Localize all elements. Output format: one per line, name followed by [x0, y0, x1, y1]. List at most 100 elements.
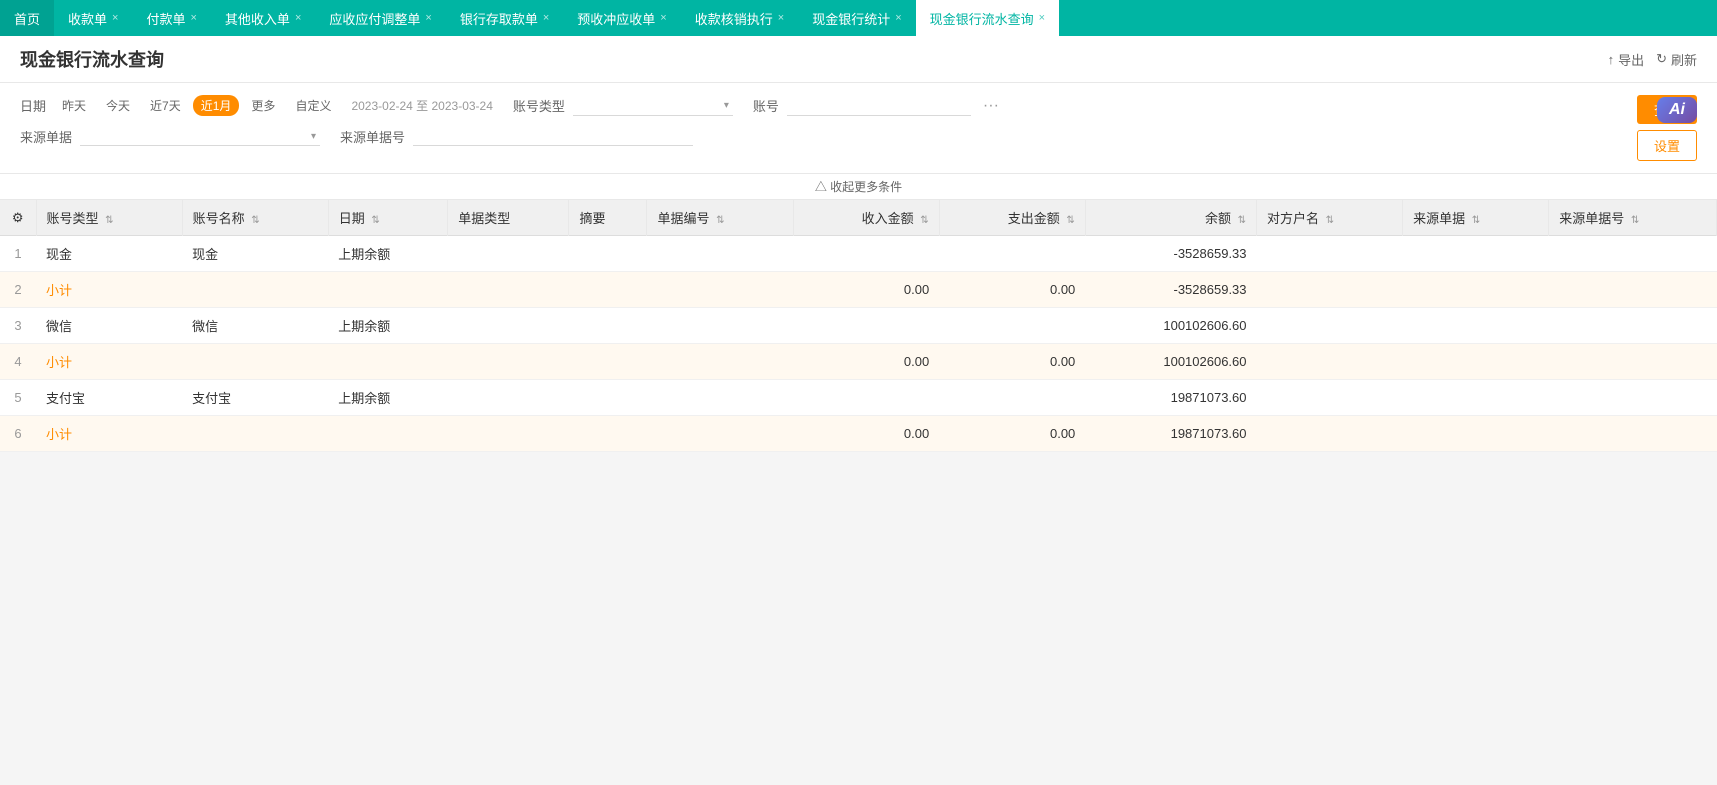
collapse-bar[interactable]: △ 收起更多条件 [0, 174, 1717, 200]
close-other-income[interactable]: × [295, 12, 301, 24]
account-input[interactable] [787, 96, 971, 116]
sort-income: ⇅ [920, 215, 928, 226]
td-summary [569, 272, 647, 308]
nav-bank-deposit[interactable]: 银行存取款单 × [446, 0, 563, 36]
nav-receipt[interactable]: 收款单 × [54, 0, 132, 36]
settings-button[interactable]: 设置 [1637, 130, 1697, 161]
nav-home[interactable]: 首页 [0, 0, 54, 36]
date-label: 日期 [20, 96, 46, 115]
td-source-doc [1403, 344, 1549, 380]
close-payment[interactable]: × [190, 12, 196, 24]
filter-area: 日期 昨天 今天 近7天 近1月 更多 自定义 2023-02-24 至 202… [0, 83, 1717, 174]
td-doc-type [448, 416, 569, 452]
refresh-button[interactable]: ↻ 刷新 [1656, 50, 1697, 69]
nav-receipt-verify-label: 收款核销执行 [695, 9, 773, 28]
more-dots-account[interactable]: ··· [983, 97, 999, 115]
sort-source-doc: ⇅ [1472, 215, 1480, 226]
td-balance: 100102606.60 [1085, 344, 1256, 380]
refresh-label: 刷新 [1671, 50, 1697, 69]
th-account-name[interactable]: 账号名称 ⇅ [182, 200, 328, 236]
date-pill-today[interactable]: 今天 [98, 95, 138, 116]
td-summary [569, 344, 647, 380]
th-settings[interactable]: ⚙ [0, 200, 36, 236]
date-pill-1month[interactable]: 近1月 [193, 95, 240, 116]
table-header: ⚙ 账号类型 ⇅ 账号名称 ⇅ 日期 ⇅ 单据类型 摘要 [0, 200, 1717, 236]
table-header-row: ⚙ 账号类型 ⇅ 账号名称 ⇅ 日期 ⇅ 单据类型 摘要 [0, 200, 1717, 236]
table-row[interactable]: 5 支付宝 支付宝 上期余额 19871073.60 [0, 380, 1717, 416]
th-date[interactable]: 日期 ⇅ [328, 200, 448, 236]
source-doc-num-label: 来源单据号 [340, 127, 405, 146]
sort-source-doc-no: ⇅ [1631, 215, 1639, 226]
th-date-label: 日期 [339, 211, 365, 226]
nav-other-income[interactable]: 其他收入单 × [211, 0, 315, 36]
td-account-type: 小计 [36, 344, 182, 380]
date-pill-yesterday[interactable]: 昨天 [54, 95, 94, 116]
date-pill-custom[interactable]: 自定义 [287, 95, 339, 116]
nav-ar-ap-label: 应收应付调整单 [329, 9, 420, 28]
table-row[interactable]: 4 小计 0.00 0.00 100102606.60 [0, 344, 1717, 380]
td-account-type: 现金 [36, 236, 182, 272]
td-account-name: 现金 [182, 236, 328, 272]
account-type-group: 账号类型 ▾ [513, 96, 733, 116]
td-counterparty [1257, 344, 1403, 380]
source-doc-select[interactable] [80, 126, 320, 146]
ai-badge[interactable]: Ai [1657, 97, 1697, 123]
th-counterparty-label: 对方户名 [1267, 211, 1319, 226]
th-summary[interactable]: 摘要 [569, 200, 647, 236]
close-receipt[interactable]: × [112, 12, 118, 24]
export-button[interactable]: ↑ 导出 [1608, 50, 1645, 69]
th-account-type[interactable]: 账号类型 ⇅ [36, 200, 182, 236]
header-actions: ↑ 导出 ↻ 刷新 [1608, 50, 1697, 69]
table-row[interactable]: 1 现金 现金 上期余额 -3528659.33 [0, 236, 1717, 272]
nav-cash-bank-stat[interactable]: 现金银行统计 × [798, 0, 915, 36]
export-icon: ↑ [1608, 52, 1615, 67]
table-row[interactable]: 3 微信 微信 上期余额 100102606.60 [0, 308, 1717, 344]
close-receipt-verify[interactable]: × [778, 12, 784, 24]
td-account-type: 小计 [36, 416, 182, 452]
close-cash-bank-stat[interactable]: × [895, 12, 901, 24]
date-pill-more[interactable]: 更多 [243, 95, 283, 116]
td-date [328, 344, 448, 380]
source-doc-num-input[interactable] [413, 126, 693, 146]
td-account-type: 支付宝 [36, 380, 182, 416]
td-summary [569, 416, 647, 452]
close-bank-deposit[interactable]: × [543, 12, 549, 24]
nav-prepay-offset[interactable]: 预收冲应收单 × [563, 0, 680, 36]
th-expense[interactable]: 支出金额 ⇅ [939, 200, 1085, 236]
account-group: 账号 ··· [753, 96, 999, 116]
td-balance: -3528659.33 [1085, 272, 1256, 308]
account-type-select[interactable] [573, 96, 733, 116]
th-source-doc-no[interactable]: 来源单据号 ⇅ [1549, 200, 1717, 236]
nav-receipt-verify[interactable]: 收款核销执行 × [681, 0, 798, 36]
close-ar-ap[interactable]: × [425, 12, 431, 24]
sort-balance: ⇅ [1238, 215, 1246, 226]
nav-bank-deposit-label: 银行存取款单 [460, 9, 538, 28]
nav-cash-flow-query[interactable]: 现金银行流水查询 × [916, 0, 1059, 36]
sort-doc-no: ⇅ [716, 215, 724, 226]
td-counterparty [1257, 380, 1403, 416]
td-balance: 19871073.60 [1085, 416, 1256, 452]
td-source-doc-no [1549, 272, 1717, 308]
th-source-doc[interactable]: 来源单据 ⇅ [1403, 200, 1549, 236]
th-balance[interactable]: 余额 ⇅ [1085, 200, 1256, 236]
close-prepay-offset[interactable]: × [660, 12, 666, 24]
table-row[interactable]: 2 小计 0.00 0.00 -3528659.33 [0, 272, 1717, 308]
nav-home-label: 首页 [14, 9, 40, 28]
nav-payment[interactable]: 付款单 × [132, 0, 210, 36]
td-doc-no [647, 272, 793, 308]
table-row[interactable]: 6 小计 0.00 0.00 19871073.60 [0, 416, 1717, 452]
sort-expense: ⇅ [1066, 215, 1074, 226]
close-cash-flow[interactable]: × [1039, 12, 1045, 24]
source-doc-group: 来源单据 ▾ [20, 126, 320, 146]
th-doc-no[interactable]: 单据编号 ⇅ [647, 200, 793, 236]
nav-payment-label: 付款单 [146, 9, 185, 28]
th-doc-type[interactable]: 单据类型 [448, 200, 569, 236]
td-source-doc-no [1549, 236, 1717, 272]
nav-ar-ap-adjust[interactable]: 应收应付调整单 × [315, 0, 445, 36]
th-income[interactable]: 收入金额 ⇅ [793, 200, 939, 236]
date-pill-7days[interactable]: 近7天 [142, 95, 189, 116]
th-counterparty[interactable]: 对方户名 ⇅ [1257, 200, 1403, 236]
refresh-icon: ↻ [1656, 51, 1667, 67]
td-account-name: 支付宝 [182, 380, 328, 416]
td-income [793, 236, 939, 272]
